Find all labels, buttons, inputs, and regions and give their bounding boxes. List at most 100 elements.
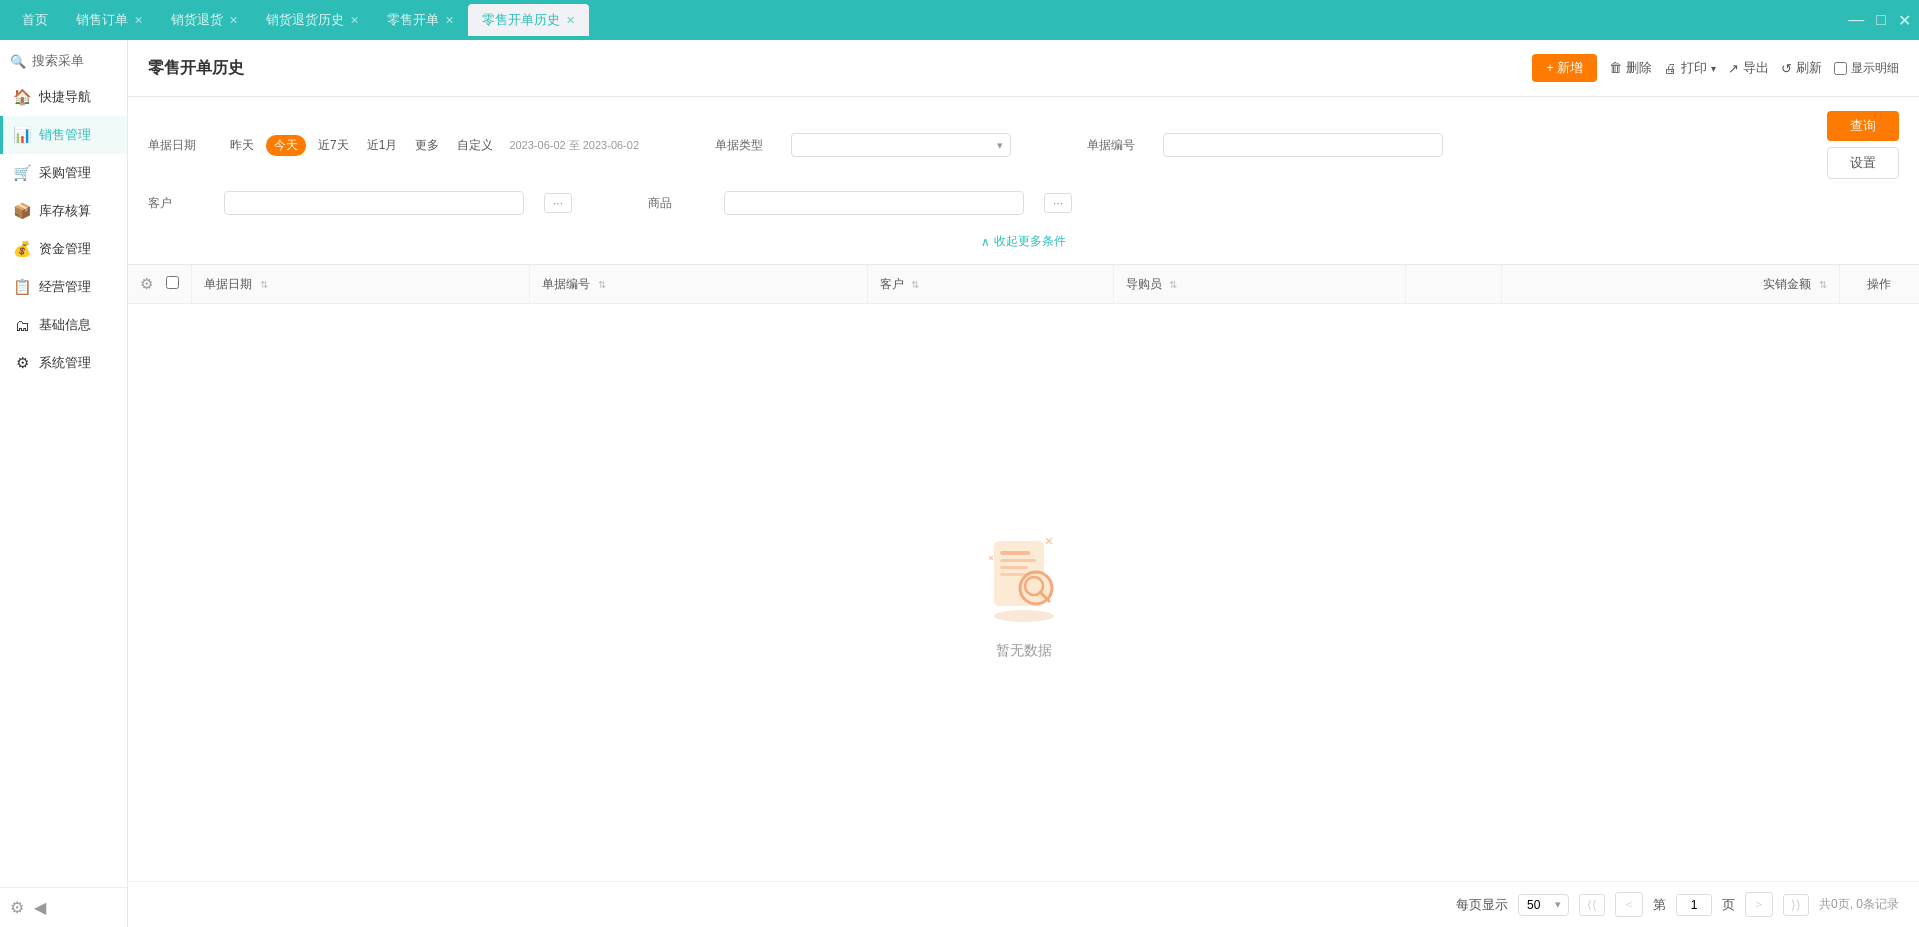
print-button[interactable]: 🖨 🖨 打印 打印 ▾ [1664, 59, 1716, 77]
goods-dots-button[interactable]: ··· [1044, 193, 1072, 213]
date-opt-yesterday[interactable]: 昨天 [224, 135, 260, 156]
sort-customer-icon: ⇅ [911, 279, 919, 290]
th-amount[interactable]: 实销金额 ⇅ [1501, 265, 1839, 304]
page-suffix: 页 [1722, 896, 1735, 914]
tab-retail-open[interactable]: 零售开单 ✕ [373, 4, 468, 36]
tab-home[interactable]: 首页 [8, 4, 62, 36]
print-icon: 🖨 [1664, 61, 1677, 76]
refresh-button[interactable]: ↺ 刷新 [1781, 59, 1822, 77]
sidebar-item-sales-mgmt[interactable]: 📊 销售管理 [0, 116, 127, 154]
prev-page-button[interactable]: ＜ [1615, 892, 1643, 917]
table-settings-icon[interactable]: ⚙ [140, 275, 153, 292]
sidebar-item-system-mgmt-label: 系统管理 [39, 354, 91, 372]
print-dropdown-icon: ▾ [1711, 63, 1716, 74]
tab-sales-return[interactable]: 销货退货 ✕ [157, 4, 252, 36]
date-opt-custom[interactable]: 自定义 [451, 135, 499, 156]
minimize-button[interactable]: — [1848, 11, 1864, 30]
sidebar-item-inventory[interactable]: 📦 库存核算 [0, 192, 127, 230]
cart-icon: 🛒 [13, 164, 31, 182]
sort-no-icon: ⇅ [598, 279, 606, 290]
show-detail-checkbox[interactable]: 显示明细 [1834, 60, 1899, 77]
sidebar-item-quick-nav[interactable]: 🏠 快捷导航 [0, 78, 127, 116]
sidebar-item-operation[interactable]: 📋 经营管理 [0, 268, 127, 306]
export-button[interactable]: ↗ 导出 [1728, 59, 1769, 77]
chart-icon: 📊 [13, 126, 31, 144]
sidebar-gear-button[interactable]: ⚙ [10, 898, 24, 917]
select-all-checkbox[interactable] [166, 276, 179, 289]
sidebar-bottom: ⚙ ◀ [0, 887, 127, 927]
doc-no-input[interactable] [1163, 133, 1443, 157]
th-date[interactable]: 单据日期 ⇅ [192, 265, 530, 304]
tab-retail-open-history-close[interactable]: ✕ [566, 14, 575, 27]
chevron-up-icon: ∧ [981, 235, 990, 249]
box-icon: 📦 [13, 202, 31, 220]
window-controls: — □ ✕ [1848, 11, 1911, 30]
clipboard-icon: 📋 [13, 278, 31, 296]
show-detail-input[interactable] [1834, 62, 1847, 75]
empty-text: 暂无数据 [996, 642, 1052, 660]
th-customer[interactable]: 客户 ⇅ [868, 265, 1114, 304]
empty-state: 暂无数据 [128, 304, 1919, 881]
th-no-label: 单据编号 [542, 277, 590, 291]
sidebar-collapse-button[interactable]: ◀ [34, 898, 46, 917]
tab-sales-return-history[interactable]: 销货退货历史 ✕ [252, 4, 373, 36]
tab-sales-return-close[interactable]: ✕ [229, 14, 238, 27]
sidebar-item-system-mgmt[interactable]: ⚙ 系统管理 [0, 344, 127, 382]
collapse-filter-button[interactable]: ∧ 收起更多条件 [148, 227, 1899, 250]
filter-area: 单据日期 昨天 今天 近7天 近1月 更多 自定义 2023-06-02 至 2… [128, 97, 1919, 265]
doc-type-select[interactable] [791, 133, 1011, 157]
goods-input[interactable] [724, 191, 1024, 215]
last-page-button[interactable]: ⟩⟩ [1783, 894, 1809, 916]
th-no[interactable]: 单据编号 ⇅ [530, 265, 868, 304]
data-table: ⚙ 单据日期 ⇅ 单据编号 ⇅ [128, 265, 1919, 304]
date-options: 昨天 今天 近7天 近1月 更多 自定义 2023-06-02 至 2023-0… [224, 135, 639, 156]
close-button[interactable]: ✕ [1898, 11, 1911, 30]
sidebar-item-finance[interactable]: 💰 资金管理 [0, 230, 127, 268]
maximize-button[interactable]: □ [1876, 11, 1886, 30]
customer-dots-button[interactable]: ··· [544, 193, 572, 213]
th-guide[interactable]: 导购员 ⇅ [1114, 265, 1406, 304]
tab-sales-order-close[interactable]: ✕ [134, 14, 143, 27]
tab-retail-open-history[interactable]: 零售开单历史 ✕ [468, 4, 589, 36]
sidebar-item-inventory-label: 库存核算 [39, 202, 91, 220]
tab-retail-open-close[interactable]: ✕ [445, 14, 454, 27]
sidebar-item-purchase-mgmt-label: 采购管理 [39, 164, 91, 182]
page-size-select[interactable]: 50 100 200 [1518, 894, 1569, 916]
show-detail-label: 显示明细 [1851, 60, 1899, 77]
tab-retail-open-label: 零售开单 [387, 11, 439, 29]
delete-button[interactable]: 🗑 删除 [1609, 59, 1652, 77]
first-page-button[interactable]: ⟨⟨ [1579, 894, 1605, 916]
sidebar-search[interactable]: 🔍 搜索采单 [0, 40, 127, 78]
tab-sales-return-history-close[interactable]: ✕ [350, 14, 359, 27]
tab-sales-order[interactable]: 销售订单 ✕ [62, 4, 157, 36]
table-container: ⚙ 单据日期 ⇅ 单据编号 ⇅ [128, 265, 1919, 881]
filter-row-2: 客户 ··· 商品 ··· [148, 191, 1899, 215]
folder-icon: 🗂 [13, 317, 31, 334]
date-opt-more[interactable]: 更多 [409, 135, 445, 156]
sidebar-item-purchase-mgmt[interactable]: 🛒 采购管理 [0, 154, 127, 192]
tab-sales-return-label: 销货退货 [171, 11, 223, 29]
sort-amount-icon: ⇅ [1819, 279, 1827, 290]
query-buttons: 查询 设置 [1827, 111, 1899, 179]
page-number-input[interactable] [1676, 894, 1712, 916]
next-page-button[interactable]: ＞ [1745, 892, 1773, 917]
date-opt-today[interactable]: 今天 [266, 135, 306, 156]
th-spacer [1406, 265, 1502, 304]
export-icon: ↗ [1728, 61, 1739, 76]
svg-point-0 [994, 610, 1054, 622]
customer-input[interactable] [224, 191, 524, 215]
th-customer-label: 客户 [880, 277, 904, 291]
doc-type-label: 单据类型 [715, 137, 775, 154]
money-icon: 💰 [13, 240, 31, 258]
add-button[interactable]: + 新增 [1532, 54, 1597, 82]
query-button[interactable]: 查询 [1827, 111, 1899, 141]
tab-home-label: 首页 [22, 11, 48, 29]
sidebar: 🔍 搜索采单 🏠 快捷导航 📊 销售管理 🛒 采购管理 📦 库存核算 💰 资金管… [0, 40, 128, 927]
date-opt-last7[interactable]: 近7天 [312, 135, 355, 156]
filter-settings-button[interactable]: 设置 [1827, 147, 1899, 179]
sidebar-item-basic-info[interactable]: 🗂 基础信息 [0, 306, 127, 344]
date-opt-last-month[interactable]: 近1月 [361, 135, 404, 156]
date-filter-label: 单据日期 [148, 137, 208, 154]
svg-rect-3 [1000, 559, 1036, 562]
svg-rect-2 [1000, 551, 1030, 555]
